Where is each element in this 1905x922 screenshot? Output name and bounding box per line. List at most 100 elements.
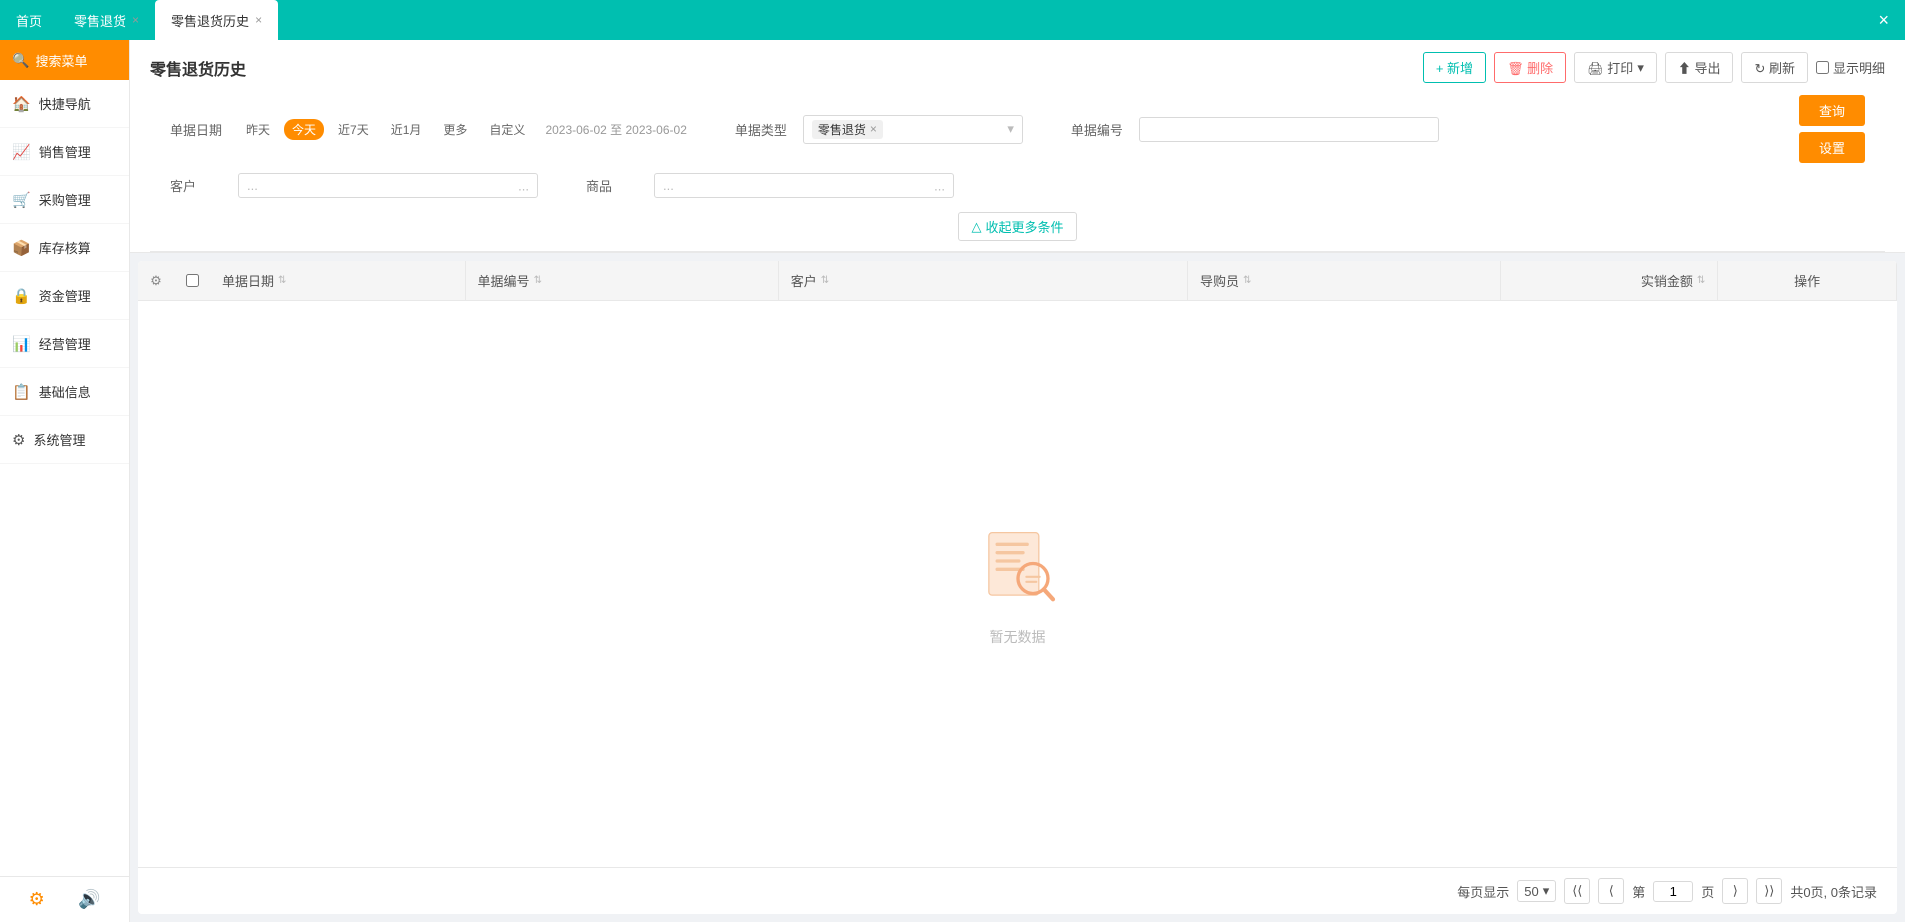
date-filters: 昨天 今天 近7天 近1月 更多 自定义 bbox=[238, 119, 533, 140]
goods-dots: ... bbox=[663, 178, 674, 193]
docnumber-label: 单据编号 bbox=[1071, 120, 1131, 139]
tab-retail-return-history-close[interactable]: × bbox=[255, 13, 262, 27]
sidebar-item-basic[interactable]: 📋 基础信息 bbox=[0, 368, 129, 416]
table-select-all[interactable] bbox=[174, 274, 210, 287]
collapse-up-icon: △ bbox=[971, 219, 981, 235]
page-prev-btn[interactable]: ⟨ bbox=[1598, 878, 1624, 904]
query-settings-col: 查询 设置 bbox=[1799, 95, 1865, 163]
doctype-tag: 零售退货 × bbox=[812, 120, 883, 139]
doctype-tag-close[interactable]: × bbox=[870, 122, 877, 136]
delete-btn[interactable]: 🗑 删除 bbox=[1494, 52, 1566, 83]
doctype-filter-item: 单据类型 零售退货 × ▾ bbox=[735, 115, 1023, 144]
sidebar-item-purchase-label: 采购管理 bbox=[39, 190, 91, 209]
volume-icon[interactable]: 🔊 bbox=[78, 889, 100, 910]
goods-label: 商品 bbox=[586, 176, 646, 195]
operations-icon: 📊 bbox=[12, 335, 31, 353]
sidebar-item-system[interactable]: ⚙ 系统管理 bbox=[0, 416, 129, 464]
th-guide-sort[interactable]: ⇅ bbox=[1243, 275, 1251, 286]
th-amount-label: 实销金额 bbox=[1641, 271, 1693, 290]
show-detail-checkbox[interactable] bbox=[1816, 61, 1829, 74]
show-detail-text: 显示明细 bbox=[1833, 58, 1885, 77]
doctype-select[interactable]: 零售退货 × ▾ bbox=[803, 115, 1023, 144]
empty-state: 暂无数据 bbox=[138, 301, 1897, 867]
basic-icon: 📋 bbox=[12, 383, 31, 401]
empty-state-text: 暂无数据 bbox=[990, 627, 1046, 647]
th-amount-sort[interactable]: ⇅ bbox=[1697, 275, 1705, 286]
tab-retail-return-history-label: 零售退货历史 bbox=[171, 11, 249, 30]
th-id-sort[interactable]: ⇅ bbox=[534, 275, 542, 286]
table-section: ⚙ 单据日期 ⇅ 单据编号 ⇅ 客户 ⇅ 导购员 ⇅ bbox=[138, 261, 1897, 914]
tab-retail-return[interactable]: 零售退货 × bbox=[58, 0, 155, 40]
settings-gear-icon[interactable]: ⚙ bbox=[29, 889, 45, 910]
show-detail-label[interactable]: 显示明细 bbox=[1816, 58, 1885, 77]
date-btn-1month[interactable]: 近1月 bbox=[383, 119, 430, 140]
sidebar-item-operations-label: 经营管理 bbox=[39, 334, 91, 353]
date-btn-7days[interactable]: 近7天 bbox=[330, 119, 377, 140]
page-size-dropdown-icon: ▾ bbox=[1543, 883, 1550, 899]
empty-state-icon bbox=[968, 521, 1068, 611]
page-label: 第 bbox=[1632, 882, 1645, 901]
th-date-sort[interactable]: ⇅ bbox=[278, 275, 286, 286]
print-dropdown-icon[interactable]: ▾ bbox=[1637, 60, 1644, 76]
print-btn[interactable]: 🖨 打印 ▾ bbox=[1574, 52, 1657, 83]
sidebar-search[interactable]: 🔍 搜索菜单 bbox=[0, 40, 129, 80]
page-input[interactable] bbox=[1653, 881, 1693, 902]
sidebar-item-operations[interactable]: 📊 经营管理 bbox=[0, 320, 129, 368]
tab-home[interactable]: 首页 bbox=[0, 0, 58, 40]
sidebar-item-finance-label: 资金管理 bbox=[39, 286, 91, 305]
select-all-checkbox[interactable] bbox=[186, 274, 199, 287]
sidebar-item-sales[interactable]: 📈 销售管理 bbox=[0, 128, 129, 176]
sidebar-item-system-label: 系统管理 bbox=[33, 430, 85, 449]
refresh-btn[interactable]: ↻ 刷新 bbox=[1741, 52, 1808, 83]
table-header: ⚙ 单据日期 ⇅ 单据编号 ⇅ 客户 ⇅ 导购员 ⇅ bbox=[138, 261, 1897, 301]
tab-retail-return-close[interactable]: × bbox=[132, 13, 139, 27]
date-btn-more[interactable]: 更多 bbox=[435, 119, 475, 140]
page-unit: 页 bbox=[1701, 882, 1714, 901]
th-date-label: 单据日期 bbox=[222, 271, 274, 290]
filter-section: 单据日期 昨天 今天 近7天 近1月 更多 自定义 2023-06-02 至 2… bbox=[150, 95, 1885, 252]
home-icon: 🏠 bbox=[12, 95, 31, 113]
new-btn[interactable]: + 新增 bbox=[1423, 52, 1486, 83]
date-btn-yesterday[interactable]: 昨天 bbox=[238, 119, 278, 140]
export-btn[interactable]: ⬆ 导出 bbox=[1665, 52, 1734, 83]
table-settings-btn[interactable]: ⚙ bbox=[138, 273, 174, 289]
tab-retail-return-label: 零售退货 bbox=[74, 11, 126, 30]
page-next-btn[interactable]: ⟩ bbox=[1722, 878, 1748, 904]
window-close-btn[interactable]: × bbox=[1862, 10, 1905, 31]
date-range-text: 2023-06-02 至 2023-06-02 bbox=[545, 121, 686, 138]
goods-input[interactable]: ... bbox=[654, 173, 954, 198]
sidebar-search-label: 搜索菜单 bbox=[35, 51, 87, 70]
settings-btn[interactable]: 设置 bbox=[1799, 132, 1865, 163]
goods-filter-item: 商品 ... bbox=[586, 173, 954, 198]
page-last-btn[interactable]: ⟩⟩ bbox=[1756, 878, 1782, 904]
collapse-label: 收起更多条件 bbox=[985, 217, 1063, 236]
tab-home-label: 首页 bbox=[16, 11, 42, 30]
collapse-btn[interactable]: △ 收起更多条件 bbox=[958, 212, 1076, 241]
page-size-select[interactable]: 50 ▾ bbox=[1517, 880, 1556, 902]
sales-icon: 📈 bbox=[12, 143, 31, 161]
docnumber-input[interactable] bbox=[1139, 117, 1439, 142]
page-summary: 共0页, 0条记录 bbox=[1790, 882, 1877, 901]
query-btn[interactable]: 查询 bbox=[1799, 95, 1865, 126]
date-btn-today[interactable]: 今天 bbox=[284, 119, 324, 140]
docnumber-filter-item: 单据编号 bbox=[1071, 117, 1439, 142]
sidebar-item-finance[interactable]: 🔒 资金管理 bbox=[0, 272, 129, 320]
th-customer-sort[interactable]: ⇅ bbox=[821, 275, 829, 286]
th-customer-label: 客户 bbox=[791, 271, 817, 290]
filter-row-2: 客户 ... 商品 ... bbox=[170, 173, 1865, 198]
sidebar-item-inventory[interactable]: 📦 库存核算 bbox=[0, 224, 129, 272]
date-btn-custom[interactable]: 自定义 bbox=[481, 119, 533, 140]
finance-icon: 🔒 bbox=[12, 287, 31, 305]
customer-input[interactable]: ... bbox=[238, 173, 538, 198]
th-amount: 实销金额 ⇅ bbox=[1501, 261, 1718, 300]
page-first-btn[interactable]: ⟨⟨ bbox=[1564, 878, 1590, 904]
inventory-icon: 📦 bbox=[12, 239, 31, 257]
doctype-label: 单据类型 bbox=[735, 120, 795, 139]
sidebar-item-quicknav[interactable]: 🏠 快捷导航 bbox=[0, 80, 129, 128]
th-customer: 客户 ⇅ bbox=[779, 261, 1188, 300]
tab-retail-return-history[interactable]: 零售退货历史 × bbox=[155, 0, 278, 40]
th-id: 单据编号 ⇅ bbox=[466, 261, 779, 300]
top-bar: 首页 零售退货 × 零售退货历史 × × bbox=[0, 0, 1905, 40]
sidebar-item-purchase[interactable]: 🛒 采购管理 bbox=[0, 176, 129, 224]
page-title-row: 零售退货历史 + 新增 🗑 删除 🖨 打印 ▾ ⬆ 导出 ↻ 刷新 显示明细 bbox=[150, 52, 1885, 83]
